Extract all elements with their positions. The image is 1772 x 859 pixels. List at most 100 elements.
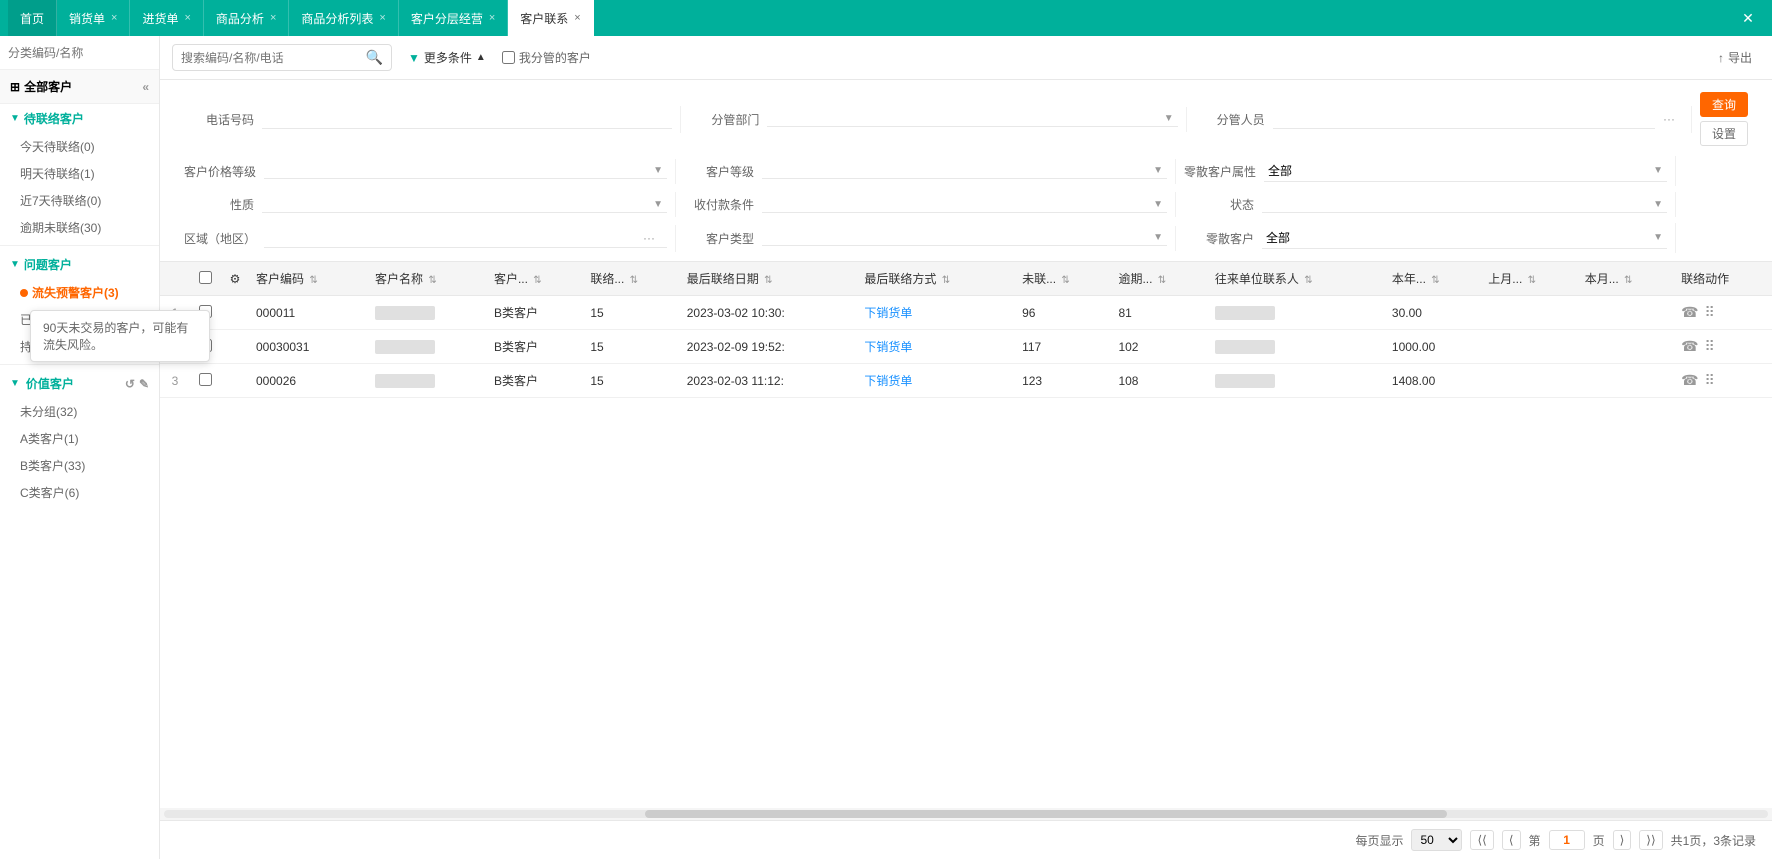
- edit-icon[interactable]: ✎: [139, 377, 149, 391]
- filter-customer-level-select[interactable]: ▼: [762, 163, 1167, 179]
- more-dots-icon[interactable]: ···: [635, 231, 663, 245]
- nav-purchase[interactable]: 进货单 ×: [130, 0, 203, 36]
- next-page-button[interactable]: ⟩: [1613, 830, 1632, 850]
- my-customers-checkbox[interactable]: [502, 51, 515, 64]
- export-button[interactable]: ↑ 导出: [1710, 45, 1760, 70]
- row-last-method-1[interactable]: 下销货单: [858, 296, 1016, 330]
- nav-customer-contact[interactable]: 客户联系 ×: [508, 0, 593, 36]
- th-this-month[interactable]: 本月... ⇅: [1579, 262, 1675, 296]
- close-product-analysis-list-tab[interactable]: ×: [379, 12, 385, 24]
- window-close[interactable]: ✕: [1740, 10, 1756, 26]
- sidebar-section-problem[interactable]: ▼ 问题客户: [0, 250, 159, 279]
- prev-page-button[interactable]: ⟨: [1502, 830, 1521, 850]
- th-overdue[interactable]: 逾期... ⇅: [1112, 262, 1208, 296]
- row-check-3[interactable]: [190, 364, 220, 398]
- toolbar-search-container[interactable]: 🔍: [172, 44, 392, 71]
- sidebar-search-input[interactable]: [8, 46, 163, 60]
- sidebar-item-7days[interactable]: 近7天待联络(0): [0, 187, 159, 214]
- th-last-contact-method[interactable]: 最后联络方式 ⇅: [858, 262, 1016, 296]
- nav-home[interactable]: 首页: [8, 0, 57, 36]
- th-checkbox[interactable]: [190, 262, 220, 296]
- row-last-method-2[interactable]: 下销货单: [858, 330, 1016, 364]
- sidebar-item-unclassified[interactable]: 未分组(32): [0, 398, 159, 425]
- sidebar-section-value[interactable]: ▼ 价值客户 ↺ ✎: [0, 369, 159, 398]
- filter-dept-select[interactable]: ▼: [767, 111, 1177, 127]
- sidebar-section-pending[interactable]: ▼ 待联络客户: [0, 104, 159, 133]
- sidebar-item-tomorrow[interactable]: 明天待联络(1): [0, 160, 159, 187]
- filter-dept: 分管部门 ▼: [681, 107, 1186, 132]
- per-page-select[interactable]: 50 100 200: [1411, 829, 1462, 851]
- sidebar-item-churn-warning[interactable]: 流失预警客户(3): [0, 279, 159, 306]
- filter-phone-input[interactable]: [262, 110, 672, 129]
- sidebar-item-overdue[interactable]: 逾期未联络(30): [0, 214, 159, 241]
- close-purchase-tab[interactable]: ×: [184, 12, 190, 24]
- th-code[interactable]: 客户编码 ⇅: [250, 262, 369, 296]
- scrollbar-track[interactable]: [164, 810, 1768, 818]
- close-customer-contact-tab[interactable]: ×: [574, 12, 580, 24]
- more-action-icon-3[interactable]: ⠿: [1705, 372, 1715, 389]
- th-name[interactable]: 客户名称 ⇅: [369, 262, 488, 296]
- sidebar-item-class-a[interactable]: A类客户(1): [0, 425, 159, 452]
- settings-button[interactable]: 设置: [1700, 121, 1748, 146]
- row-this-month-3: [1579, 364, 1675, 398]
- chevron-down-icon: ▼: [1164, 113, 1174, 124]
- scrollbar-thumb[interactable]: [645, 810, 1447, 818]
- filter-nature: 性质 ▼: [176, 192, 676, 217]
- search-icon[interactable]: 🔍: [366, 49, 383, 66]
- horizontal-scrollbar[interactable]: [160, 808, 1772, 820]
- contact-icon-2[interactable]: ☎: [1681, 338, 1698, 355]
- filter-customer-level-label: 客户等级: [684, 163, 754, 180]
- filter-price-select[interactable]: ▼: [264, 163, 667, 179]
- th-uncontacted[interactable]: 未联... ⇅: [1016, 262, 1112, 296]
- more-action-icon-1[interactable]: ⠿: [1705, 304, 1715, 321]
- filter-scatter-select[interactable]: 全部 ▼: [1262, 227, 1667, 249]
- th-gear[interactable]: ⚙: [220, 262, 250, 296]
- more-icon[interactable]: ···: [1655, 112, 1683, 126]
- nav-sales[interactable]: 销货单 ×: [57, 0, 130, 36]
- sidebar-item-class-c[interactable]: C类客户(6): [0, 479, 159, 506]
- th-this-year[interactable]: 本年... ⇅: [1386, 262, 1482, 296]
- blurred-name-1: [375, 306, 435, 320]
- row-this-month-2: [1579, 330, 1675, 364]
- th-type[interactable]: 客户... ⇅: [488, 262, 584, 296]
- my-customers-checkbox-container[interactable]: 我分管的客户: [502, 49, 591, 66]
- filter-payment-select[interactable]: ▼: [762, 197, 1167, 213]
- sidebar-item-class-b[interactable]: B类客户(33): [0, 452, 159, 479]
- sidebar-item-today[interactable]: 今天待联络(0): [0, 133, 159, 160]
- select-all-checkbox[interactable]: [199, 271, 212, 284]
- close-sales-tab[interactable]: ×: [111, 12, 117, 24]
- filter-customer-type-select[interactable]: ▼: [762, 230, 1167, 246]
- th-unit-contact[interactable]: 往来单位联系人 ⇅: [1209, 262, 1386, 296]
- sidebar-all-customers[interactable]: ⊞ 全部客户 «: [0, 70, 159, 104]
- th-contacts[interactable]: 联络... ⇅: [584, 262, 680, 296]
- filter-row-1: 电话号码 分管部门 ▼ 分管人员 ··· 查询 设置: [176, 88, 1756, 150]
- filter-region-select[interactable]: ···: [264, 229, 667, 248]
- close-product-analysis-tab[interactable]: ×: [270, 12, 276, 24]
- contact-icon-3[interactable]: ☎: [1681, 372, 1698, 389]
- page-number-input[interactable]: [1549, 830, 1585, 850]
- filter-status: 状态 ▼: [1176, 192, 1676, 217]
- close-customer-tier-tab[interactable]: ×: [489, 12, 495, 24]
- total-records-label: 共1页，3条记录: [1671, 832, 1756, 849]
- filter-nature-select[interactable]: ▼: [262, 197, 667, 213]
- filter-status-select[interactable]: ▼: [1262, 197, 1667, 213]
- more-conditions-button[interactable]: ▼ 更多条件 ▲: [400, 45, 494, 70]
- nav-product-analysis[interactable]: 商品分析 ×: [204, 0, 289, 36]
- first-page-button[interactable]: ⟨⟨: [1470, 830, 1493, 850]
- refresh-icon[interactable]: ↺: [125, 377, 135, 391]
- last-page-button[interactable]: ⟩⟩: [1639, 830, 1662, 850]
- filter-scatter-attr-select[interactable]: 全部 ▼: [1264, 160, 1667, 182]
- th-last-contact-date[interactable]: 最后联络日期 ⇅: [681, 262, 859, 296]
- query-button[interactable]: 查询: [1700, 92, 1748, 117]
- row-last-method-3[interactable]: 下销货单: [858, 364, 1016, 398]
- search-input[interactable]: [181, 51, 366, 65]
- contact-icon-1[interactable]: ☎: [1681, 304, 1698, 321]
- more-action-icon-2[interactable]: ⠿: [1705, 338, 1715, 355]
- nav-product-analysis-list[interactable]: 商品分析列表 ×: [289, 0, 398, 36]
- customer-table: ⚙ 客户编码 ⇅ 客户名称 ⇅ 客户... ⇅ 联络... ⇅ 最后联络日期 ⇅…: [160, 262, 1772, 398]
- filter-person-input[interactable]: [1273, 110, 1655, 129]
- nav-customer-tier[interactable]: 客户分层经营 ×: [399, 0, 508, 36]
- row-checkbox-3[interactable]: [199, 373, 212, 386]
- th-last-month[interactable]: 上月... ⇅: [1482, 262, 1578, 296]
- collapse-icon[interactable]: «: [142, 80, 149, 94]
